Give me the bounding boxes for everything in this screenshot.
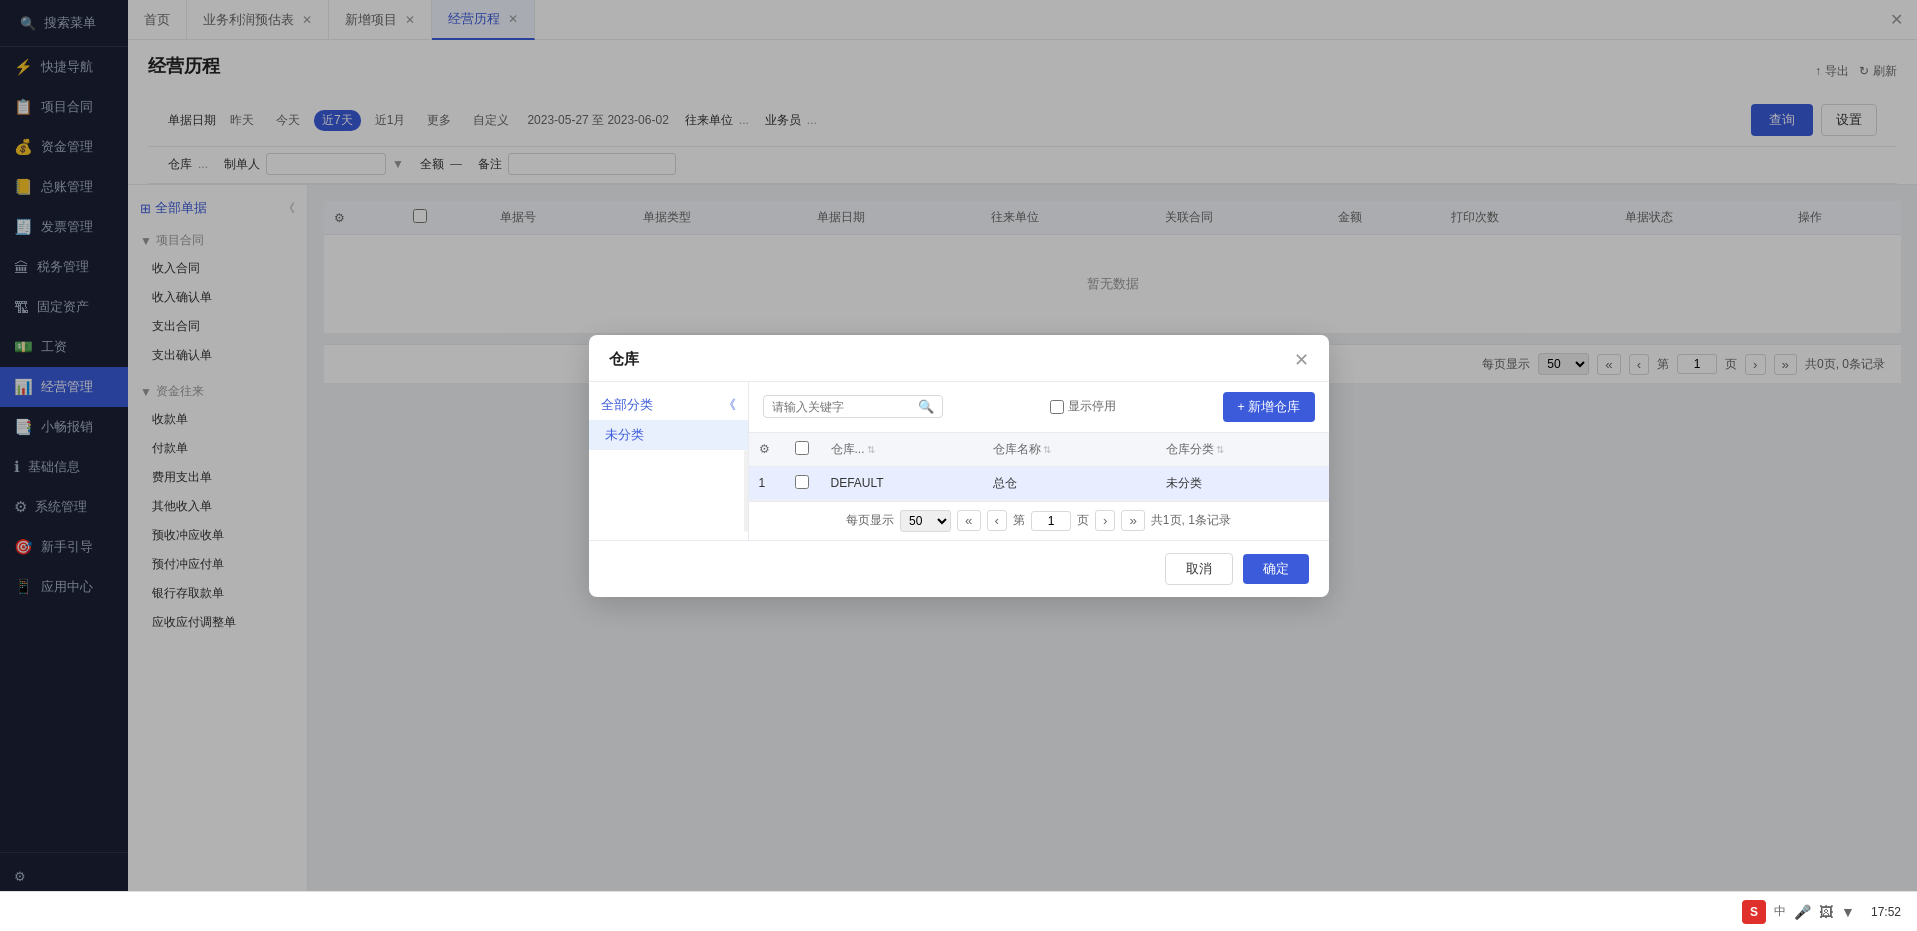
modal-col-name-label: 仓库名称 [993, 441, 1041, 458]
modal-left-all-label: 全部分类 [601, 396, 653, 414]
sort-icon-category: ⇅ [1216, 444, 1224, 455]
modal-table-row[interactable]: 1 DEFAULT 总仓 未分类 [749, 466, 1329, 500]
confirm-btn[interactable]: 确定 [1243, 554, 1309, 584]
modal-left-scrollbar [744, 450, 748, 532]
taskbar-mic-icon: 🎤 [1794, 904, 1811, 920]
modal-toolbar: 🔍 显示停用 + 新增仓库 [749, 382, 1329, 433]
taskbar-time: 17:52 [1871, 905, 1901, 919]
modal-col-code-label: 仓库... [831, 441, 865, 458]
modal-page-next-btn[interactable]: › [1095, 510, 1115, 531]
show-disabled-checkbox[interactable] [1050, 400, 1064, 414]
modal-overlay: 仓库 ✕ 全部分类 《 未分类 [0, 0, 1917, 931]
modal-left-collapse-icon[interactable]: 《 [723, 396, 736, 414]
modal-search-box[interactable]: 🔍 [763, 395, 943, 418]
modal-row-checkbox-cell [785, 466, 821, 500]
taskbar: S 中 🎤 🖼 ▼ 17:52 [0, 891, 1917, 931]
show-disabled-label: 显示停用 [1068, 398, 1116, 415]
modal-total-label: 共1页, 1条记录 [1151, 512, 1231, 529]
modal-per-page-select[interactable]: 50 100 [900, 510, 951, 532]
modal-close-btn[interactable]: ✕ [1294, 349, 1309, 371]
unclassified-label: 未分类 [605, 427, 644, 442]
modal-header: 仓库 ✕ [589, 335, 1329, 382]
modal-pagination: 每页显示 50 100 « ‹ 第 页 › » 共1页, 1条记录 [749, 501, 1329, 540]
modal-left-panel: 全部分类 《 未分类 [589, 382, 749, 540]
modal-search-input[interactable] [772, 400, 918, 414]
modal-body: 全部分类 《 未分类 🔍 [589, 382, 1329, 540]
modal-col-code[interactable]: 仓库... ⇅ [821, 433, 983, 467]
modal-left-header[interactable]: 全部分类 《 [589, 390, 748, 420]
modal-col-category[interactable]: 仓库分类 ⇅ [1156, 433, 1329, 467]
modal-page-prev-btn[interactable]: ‹ [987, 510, 1007, 531]
modal-select-all[interactable] [795, 441, 809, 455]
modal-col-checkbox [785, 433, 821, 467]
modal-col-settings: ⚙ [749, 433, 785, 467]
modal-row-code: DEFAULT [821, 466, 983, 500]
modal-right-panel: 🔍 显示停用 + 新增仓库 ⚙ [749, 382, 1329, 540]
sort-icon-code: ⇅ [867, 444, 875, 455]
sort-icon-name: ⇅ [1043, 444, 1051, 455]
modal-left-unclassified[interactable]: 未分类 [589, 420, 748, 450]
modal-show-disabled[interactable]: 显示停用 [1050, 398, 1116, 415]
modal-row-index: 1 [749, 466, 785, 500]
modal-page-suffix: 页 [1077, 512, 1089, 529]
warehouse-modal: 仓库 ✕ 全部分类 《 未分类 [589, 335, 1329, 597]
modal-table-wrap: ⚙ 仓库... ⇅ [749, 433, 1329, 501]
modal-page-input[interactable] [1031, 511, 1071, 531]
modal-row-name: 总仓 [983, 466, 1156, 500]
taskbar-dots: 中 [1774, 903, 1786, 920]
modal-per-page-label: 每页显示 [846, 512, 894, 529]
modal-row-category: 未分类 [1156, 466, 1329, 500]
modal-page-last-btn[interactable]: » [1121, 510, 1144, 531]
modal-table-header-row: ⚙ 仓库... ⇅ [749, 433, 1329, 467]
modal-row-checkbox[interactable] [795, 475, 809, 489]
modal-col-category-label: 仓库分类 [1166, 441, 1214, 458]
taskbar-icon: S [1742, 900, 1766, 924]
modal-footer: 取消 确定 [589, 540, 1329, 597]
modal-add-btn[interactable]: + 新增仓库 [1223, 392, 1314, 422]
modal-search-icon: 🔍 [918, 399, 934, 414]
modal-page-label: 第 [1013, 512, 1025, 529]
taskbar-extra-icon: ▼ [1841, 904, 1855, 920]
modal-page-first-btn[interactable]: « [957, 510, 980, 531]
taskbar-img-icon: 🖼 [1819, 904, 1833, 920]
modal-title: 仓库 [609, 350, 639, 369]
cancel-btn[interactable]: 取消 [1165, 553, 1233, 585]
settings-icon-modal: ⚙ [759, 442, 770, 456]
modal-col-name[interactable]: 仓库名称 ⇅ [983, 433, 1156, 467]
